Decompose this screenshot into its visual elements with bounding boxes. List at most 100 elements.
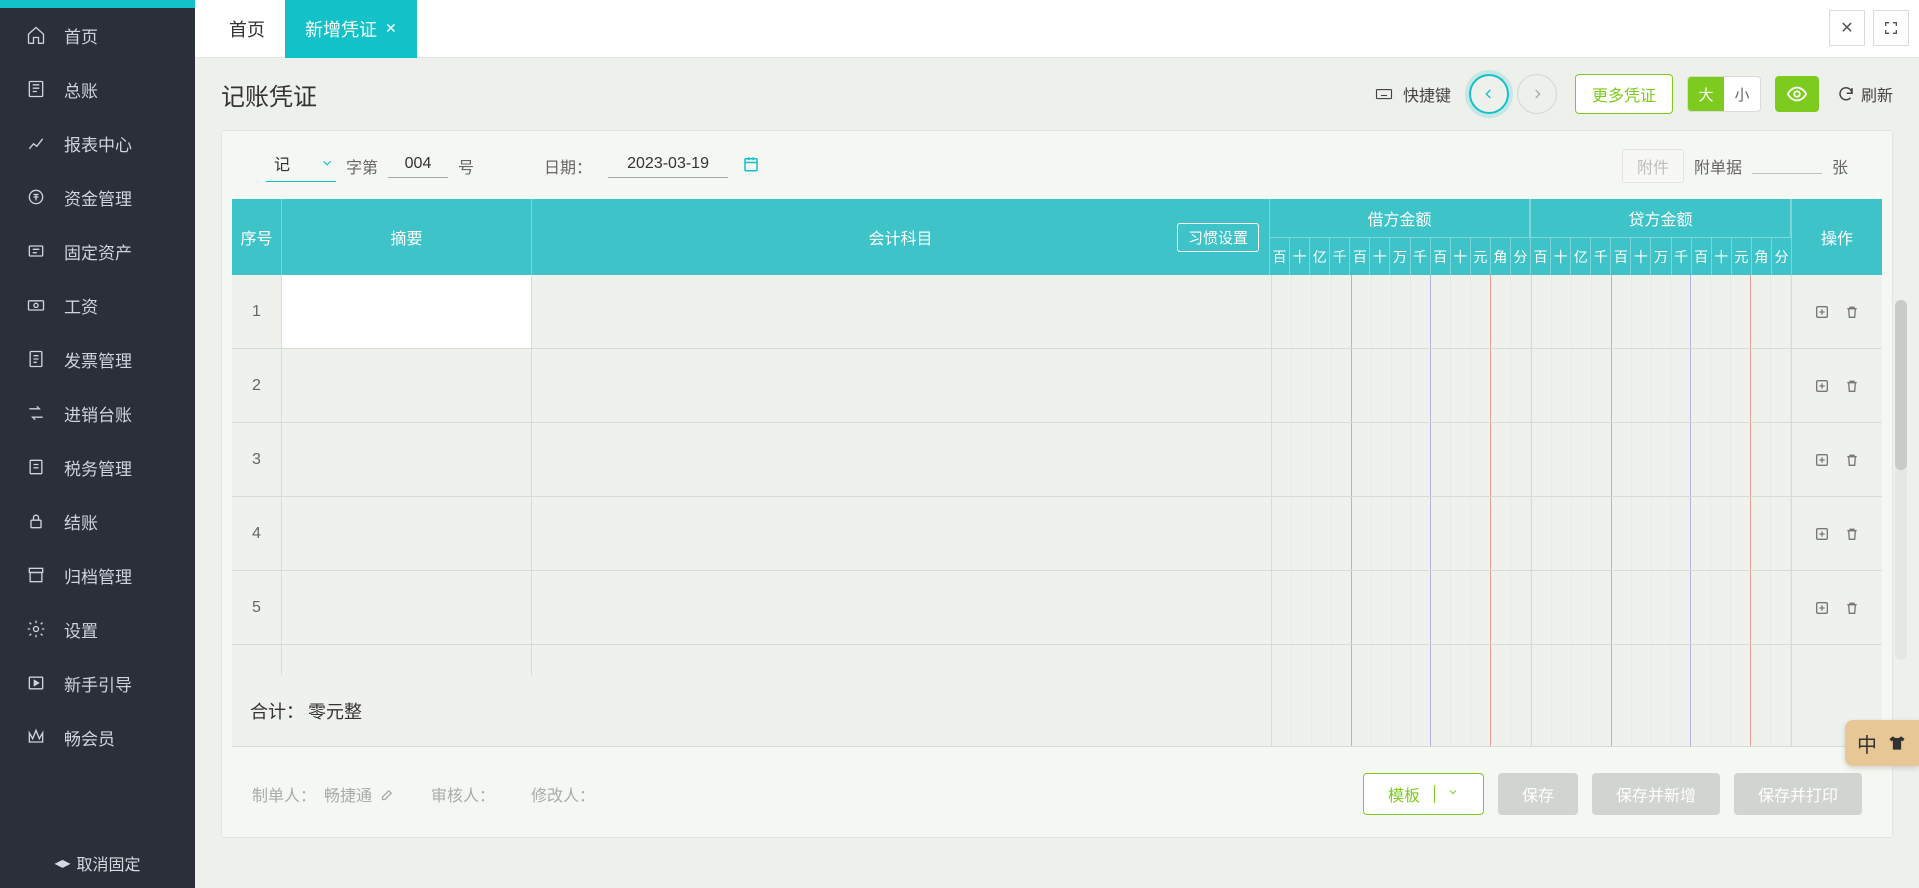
account-cell[interactable] (532, 497, 1272, 570)
habit-settings-button[interactable]: 习惯设置 (1177, 223, 1259, 252)
nav-funds[interactable]: 资金管理 (0, 170, 195, 224)
refresh-button[interactable]: 刷新 (1837, 82, 1893, 106)
unit-cell: 角 (1491, 237, 1511, 275)
nav-inout[interactable]: 进销台账 (0, 386, 195, 440)
save-button[interactable]: 保存 (1498, 773, 1578, 815)
nav-invoice[interactable]: 发票管理 (0, 332, 195, 386)
scrollbar[interactable] (1895, 300, 1907, 660)
summary-cell[interactable] (282, 497, 532, 570)
summary-cell[interactable] (282, 645, 532, 675)
account-cell[interactable] (532, 571, 1272, 644)
chevron-down-icon[interactable] (1434, 785, 1459, 803)
summary-input[interactable] (282, 497, 531, 570)
delete-row-icon[interactable] (1844, 378, 1860, 394)
credit-cell[interactable] (1532, 349, 1792, 422)
nav-archive[interactable]: 归档管理 (0, 548, 195, 602)
add-row-icon[interactable] (1814, 452, 1830, 468)
delete-row-icon[interactable] (1844, 304, 1860, 320)
debit-cell[interactable] (1272, 275, 1532, 348)
tabs-close-button[interactable]: ✕ (1829, 10, 1865, 46)
nav-settings[interactable]: 设置 (0, 602, 195, 656)
summary-cell[interactable] (282, 349, 532, 422)
sidebar: 首页 总账 报表中心 资金管理 固定资产 工资 发票管理 进销台账 税务管理 结… (0, 0, 195, 888)
add-row-icon[interactable] (1814, 526, 1830, 542)
voucher-type-select[interactable]: 记 (266, 151, 336, 182)
nav-home[interactable]: 首页 (0, 8, 195, 62)
calendar-button[interactable] (742, 155, 760, 178)
tab-home[interactable]: 首页 (209, 0, 285, 58)
table-row[interactable]: 1 (232, 275, 1882, 349)
delete-row-icon[interactable] (1844, 452, 1860, 468)
account-cell[interactable] (532, 423, 1272, 496)
save-print-button[interactable]: 保存并打印 (1734, 773, 1862, 815)
nav-ledger[interactable]: 总账 (0, 62, 195, 116)
nav-tax[interactable]: 税务管理 (0, 440, 195, 494)
nav-guide[interactable]: 新手引导 (0, 656, 195, 710)
preview-button[interactable] (1775, 76, 1819, 112)
debit-cell[interactable] (1272, 423, 1532, 496)
next-voucher-button[interactable] (1517, 74, 1557, 114)
unit-cell: 百 (1692, 237, 1712, 275)
close-icon[interactable]: ✕ (385, 20, 397, 37)
attach-button[interactable]: 附件 (1622, 149, 1684, 183)
scrollbar-thumb[interactable] (1895, 300, 1907, 470)
summary-cell[interactable] (282, 423, 532, 496)
summary-cell[interactable] (282, 571, 532, 644)
summary-input[interactable] (282, 349, 531, 422)
size-big[interactable]: 大 (1688, 77, 1724, 111)
summary-input[interactable] (282, 423, 531, 496)
table-row[interactable]: 2 (232, 349, 1882, 423)
credit-cell[interactable] (1532, 571, 1792, 644)
nav-close[interactable]: 结账 (0, 494, 195, 548)
account-cell[interactable] (532, 349, 1272, 422)
credit-cell[interactable] (1532, 275, 1792, 348)
size-small[interactable]: 小 (1724, 77, 1760, 111)
shortcut-button[interactable]: 快捷键 (1373, 82, 1451, 106)
edit-icon[interactable] (380, 787, 395, 802)
more-voucher-button[interactable]: 更多凭证 (1575, 74, 1673, 114)
credit-units: 百十亿千百十万千百十元角分 (1531, 237, 1791, 275)
nav-vip[interactable]: 畅会员 (0, 710, 195, 764)
summary-input[interactable] (282, 275, 531, 348)
account-cell[interactable] (532, 275, 1272, 348)
account-cell[interactable] (532, 645, 1272, 675)
unit-cell: 元 (1732, 237, 1752, 275)
credit-cell[interactable] (1532, 423, 1792, 496)
table-row[interactable]: 5 (232, 571, 1882, 645)
credit-cell[interactable] (1532, 645, 1792, 675)
nav-label: 设置 (64, 617, 98, 642)
delete-row-icon[interactable] (1844, 600, 1860, 616)
template-button[interactable]: 模板 (1363, 773, 1484, 815)
attach-count-input[interactable] (1752, 158, 1822, 174)
add-row-icon[interactable] (1814, 304, 1830, 320)
debit-cell[interactable] (1272, 497, 1532, 570)
summary-input[interactable] (282, 571, 531, 644)
maker: 制单人： 畅捷通 (252, 782, 395, 806)
nav-salary[interactable]: 工资 (0, 278, 195, 332)
debit-cell[interactable] (1272, 571, 1532, 644)
save-new-button[interactable]: 保存并新增 (1592, 773, 1720, 815)
table-row[interactable]: 4 (232, 497, 1882, 571)
debit-cell[interactable] (1272, 349, 1532, 422)
nav-reports[interactable]: 报表中心 (0, 116, 195, 170)
add-row-icon[interactable] (1814, 600, 1830, 616)
tab-new-voucher[interactable]: 新增凭证 ✕ (285, 0, 417, 58)
fullscreen-button[interactable] (1873, 10, 1909, 46)
credit-cell[interactable] (1532, 497, 1792, 570)
delete-row-icon[interactable] (1844, 526, 1860, 542)
debit-cell[interactable] (1272, 645, 1532, 675)
attachment-area: 附件 附单据 张 (1622, 149, 1848, 183)
sidebar-unpin[interactable]: ◂▸ 取消固定 (0, 838, 195, 888)
table-row[interactable]: 6 (232, 645, 1882, 675)
nav-assets[interactable]: 固定资产 (0, 224, 195, 278)
ime-floater[interactable]: 中 (1845, 720, 1919, 766)
caret-left-icon: ◂▸ (54, 853, 70, 873)
voucher-number-input[interactable]: 004 (388, 155, 448, 178)
summary-cell[interactable] (282, 275, 532, 348)
summary-input[interactable] (282, 645, 531, 675)
voucher-date-input[interactable]: 2023-03-19 (608, 155, 728, 178)
table-row[interactable]: 3 (232, 423, 1882, 497)
voucher-card: 记 字第 004 号 日期： 2023-03-19 附件 附单据 张 (221, 130, 1893, 838)
prev-voucher-button[interactable] (1469, 74, 1509, 114)
add-row-icon[interactable] (1814, 378, 1830, 394)
